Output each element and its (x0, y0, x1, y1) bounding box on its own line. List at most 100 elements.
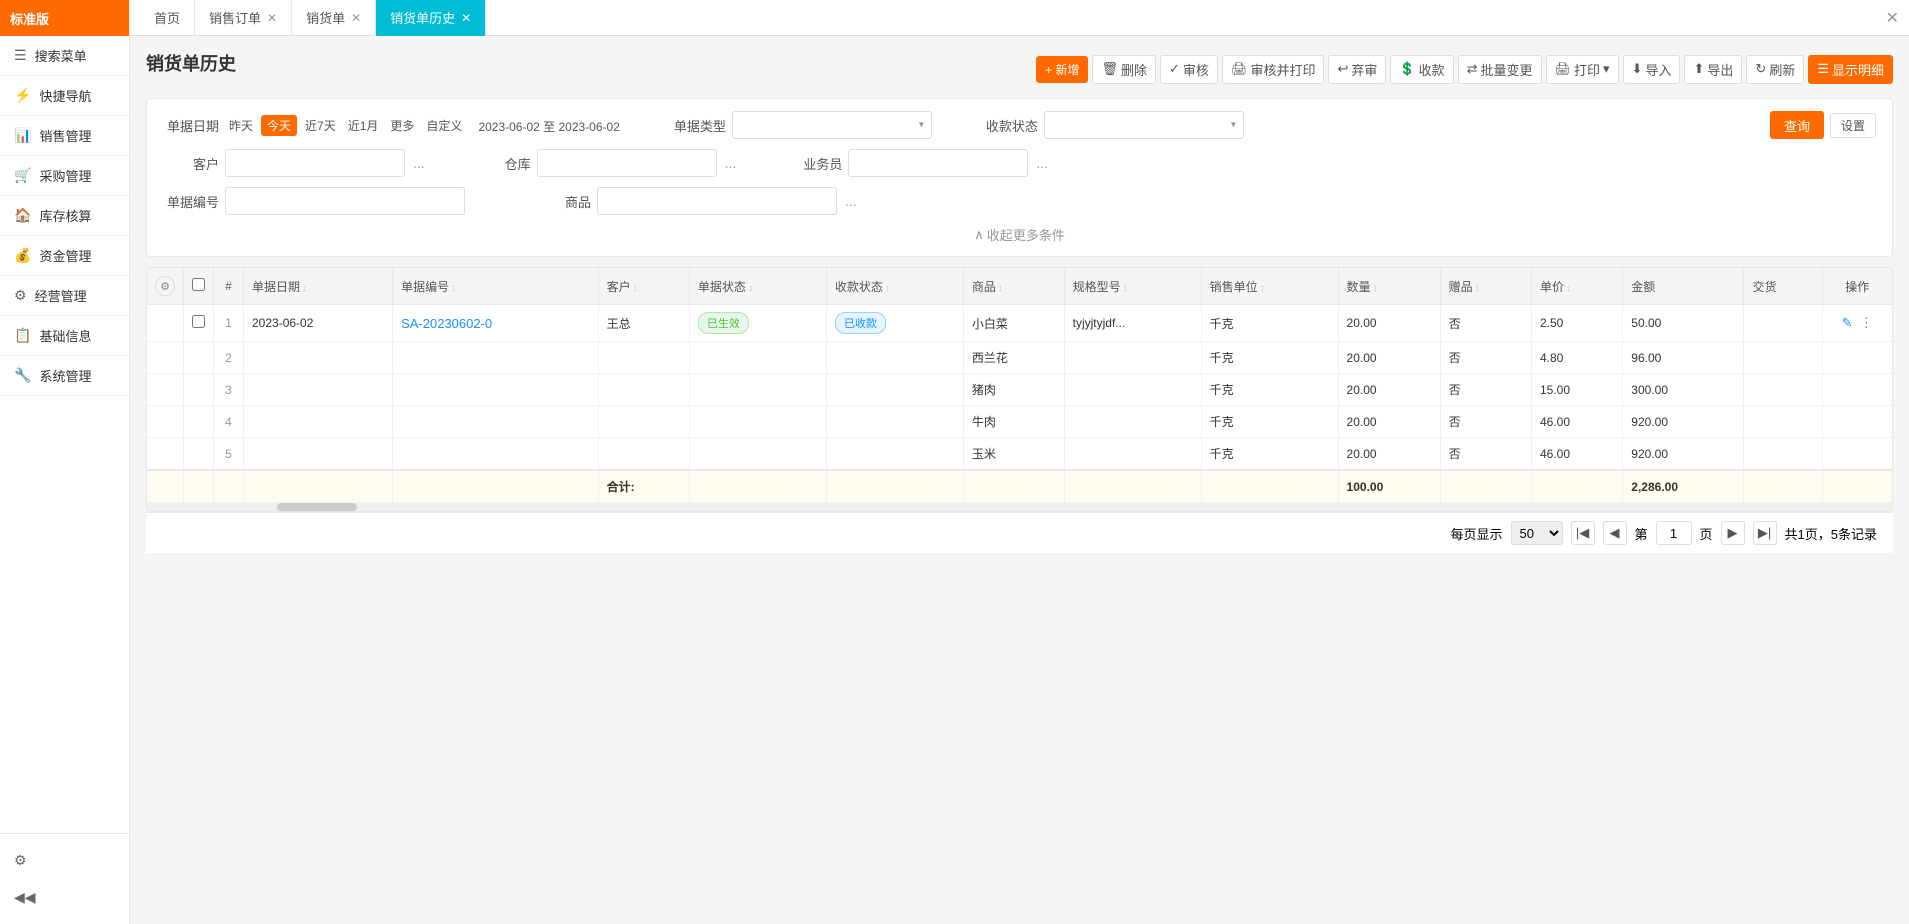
abandon-button[interactable]: ↩ 弃审 (1328, 55, 1386, 84)
sidebar-item-purchase-mgmt[interactable]: 🛒 采购管理 (0, 156, 129, 196)
sidebar-item-search-menu[interactable]: ☰ 搜索菜单 (0, 36, 129, 76)
sidebar-item-label: 库存核算 (39, 206, 91, 225)
new-button[interactable]: + 新增 (1036, 56, 1088, 83)
query-button[interactable]: 查询 (1770, 111, 1824, 139)
sidebar-item-label: 资金管理 (39, 246, 91, 265)
customer-input[interactable] (225, 149, 405, 177)
salesperson-label: 业务员 (786, 154, 842, 173)
goods-input[interactable] (597, 187, 837, 215)
scrollbar-thumb[interactable] (277, 503, 357, 511)
date-tab-custom[interactable]: 自定义 (422, 115, 466, 136)
audit-button[interactable]: ✓ 审核 (1160, 55, 1218, 84)
edit-icon[interactable]: ✎ (1842, 315, 1853, 330)
total-records-label: 共1页，5条记录 (1785, 524, 1877, 543)
sidebar-item-finance-mgmt[interactable]: 💰 资金管理 (0, 236, 129, 276)
col-payment-status[interactable]: 收款状态↕ (826, 268, 963, 305)
delete-icon: 🗑 (1101, 61, 1118, 77)
col-customer[interactable]: 客户↕ (598, 268, 689, 305)
first-page-btn[interactable]: |◀ (1571, 521, 1595, 545)
sidebar-item-operation-mgmt[interactable]: ⚙ 经营管理 (0, 276, 129, 316)
tab-home[interactable]: 首页 (140, 0, 195, 36)
settings-button[interactable]: 设置 (1830, 113, 1876, 138)
sidebar-item-sales-mgmt[interactable]: 📊 销售管理 (0, 116, 129, 156)
customer-label: 客户 (163, 154, 219, 173)
salesperson-dots-btn[interactable]: ... (1036, 155, 1048, 171)
audit-print-button[interactable]: 🖨 审核并打印 (1222, 55, 1325, 84)
delete-button[interactable]: 🗑 删除 (1092, 55, 1156, 84)
doc-no-link[interactable]: SA-20230602-0 (401, 316, 492, 331)
col-sales-unit[interactable]: 销售单位↕ (1201, 268, 1338, 305)
print-button[interactable]: 🖨 打印 ▾ (1546, 55, 1619, 84)
col-spec-type[interactable]: 规格型号↕ (1064, 268, 1201, 305)
warehouse-label: 仓库 (475, 154, 531, 173)
chevron-up-icon: ∧ (974, 227, 984, 243)
date-tab-7days[interactable]: 近7天 (301, 115, 340, 136)
prev-page-btn[interactable]: ◀ (1603, 521, 1627, 545)
collect-button[interactable]: 💲 收款 (1390, 55, 1453, 84)
warehouse-dots-btn[interactable]: ... (725, 155, 737, 171)
salesperson-input[interactable] (848, 149, 1028, 177)
col-unit-price[interactable]: 单价↕ (1531, 268, 1622, 305)
page-title: 销货单历史 (146, 50, 236, 76)
col-gift[interactable]: 赠品↕ (1440, 268, 1531, 305)
horizontal-scrollbar[interactable] (147, 503, 1892, 511)
cell-customer (598, 374, 689, 406)
table-container: ⚙ # 单据日期↕ 单据编号↕ 客户↕ 单据状态↕ 收款状态↕ 商品↕ 规格型号… (146, 267, 1893, 512)
sidebar-settings-btn[interactable]: ⚙ (0, 842, 129, 879)
col-settings[interactable]: ⚙ (147, 268, 184, 305)
page-number-input[interactable] (1656, 521, 1692, 545)
show-detail-button[interactable]: ☰ 显示明细 (1808, 55, 1893, 84)
col-doc-no[interactable]: 单据编号↕ (393, 268, 599, 305)
cell-number: 2 (214, 342, 244, 374)
collapse-button[interactable]: ∧ 收起更多条件 (974, 225, 1065, 244)
doc-type-select[interactable] (732, 111, 932, 139)
cell-settings (147, 305, 184, 342)
sidebar-item-basic-info[interactable]: 📋 基础信息 (0, 316, 129, 356)
batch-change-button[interactable]: ⇄ 批量变更 (1458, 55, 1542, 84)
customer-dots-btn[interactable]: ... (413, 155, 425, 171)
cell-quantity: 20.00 (1338, 305, 1440, 342)
cell-goods: 西兰花 (963, 342, 1064, 374)
import-button[interactable]: ⬇ 导入 (1623, 55, 1681, 84)
page-size-select[interactable]: 50 100 200 (1511, 521, 1563, 545)
warehouse-input[interactable] (537, 149, 717, 177)
sidebar-item-inventory[interactable]: 🏠 库存核算 (0, 196, 129, 236)
tab-sales-history-close[interactable]: ✕ (461, 11, 471, 25)
sidebar: 标准版 ☰ 搜索菜单 ⚡ 快捷导航 📊 销售管理 🛒 采购管理 🏠 库存核算 💰… (0, 0, 130, 924)
col-doc-status[interactable]: 单据状态↕ (689, 268, 826, 305)
col-doc-date[interactable]: 单据日期↕ (244, 268, 393, 305)
filter-warehouse: 仓库 ... (475, 149, 737, 177)
select-all-checkbox[interactable] (192, 278, 205, 291)
tab-sales-order[interactable]: 销售订单 ✕ (195, 0, 292, 36)
col-quantity[interactable]: 数量↕ (1338, 268, 1440, 305)
sidebar-item-quick-nav[interactable]: ⚡ 快捷导航 (0, 76, 129, 116)
summary-empty-6 (689, 470, 826, 503)
tab-sales-history[interactable]: 销货单历史 ✕ (376, 0, 486, 36)
cell-payment-status: 已收款 (826, 305, 963, 342)
doc-no-input[interactable] (225, 187, 465, 215)
tab-sales-delivery[interactable]: 销货单 ✕ (292, 0, 376, 36)
date-tab-more[interactable]: 更多 (386, 115, 418, 136)
date-tab-1month[interactable]: 近1月 (344, 115, 383, 136)
table-settings-icon[interactable]: ⚙ (155, 276, 175, 296)
tab-sales-order-close[interactable]: ✕ (267, 11, 277, 25)
refresh-button[interactable]: ↻ 刷新 (1746, 55, 1804, 84)
tabs-close-all-btn[interactable]: ✕ (1886, 8, 1899, 28)
date-tab-today[interactable]: 今天 (261, 115, 297, 136)
export-button[interactable]: ⬆ 导出 (1684, 55, 1742, 84)
summary-empty-1 (147, 470, 184, 503)
row-checkbox[interactable] (192, 315, 205, 328)
sidebar-item-system-mgmt[interactable]: 🔧 系统管理 (0, 356, 129, 396)
sidebar-collapse-btn[interactable]: ◀◀ (0, 879, 129, 916)
date-tab-yesterday[interactable]: 昨天 (225, 115, 257, 136)
payment-status-select[interactable] (1044, 111, 1244, 139)
more-icon[interactable]: ⋮ (1860, 315, 1873, 330)
tab-sales-delivery-close[interactable]: ✕ (351, 11, 361, 25)
next-page-btn[interactable]: ▶ (1721, 521, 1745, 545)
goods-dots-btn[interactable]: ... (845, 193, 857, 209)
last-page-btn[interactable]: ▶| (1753, 521, 1777, 545)
cell-goods: 小白菜 (963, 305, 1064, 342)
col-goods[interactable]: 商品↕ (963, 268, 1064, 305)
cell-payment-status (826, 406, 963, 438)
doc-date-label: 单据日期 (163, 116, 219, 135)
